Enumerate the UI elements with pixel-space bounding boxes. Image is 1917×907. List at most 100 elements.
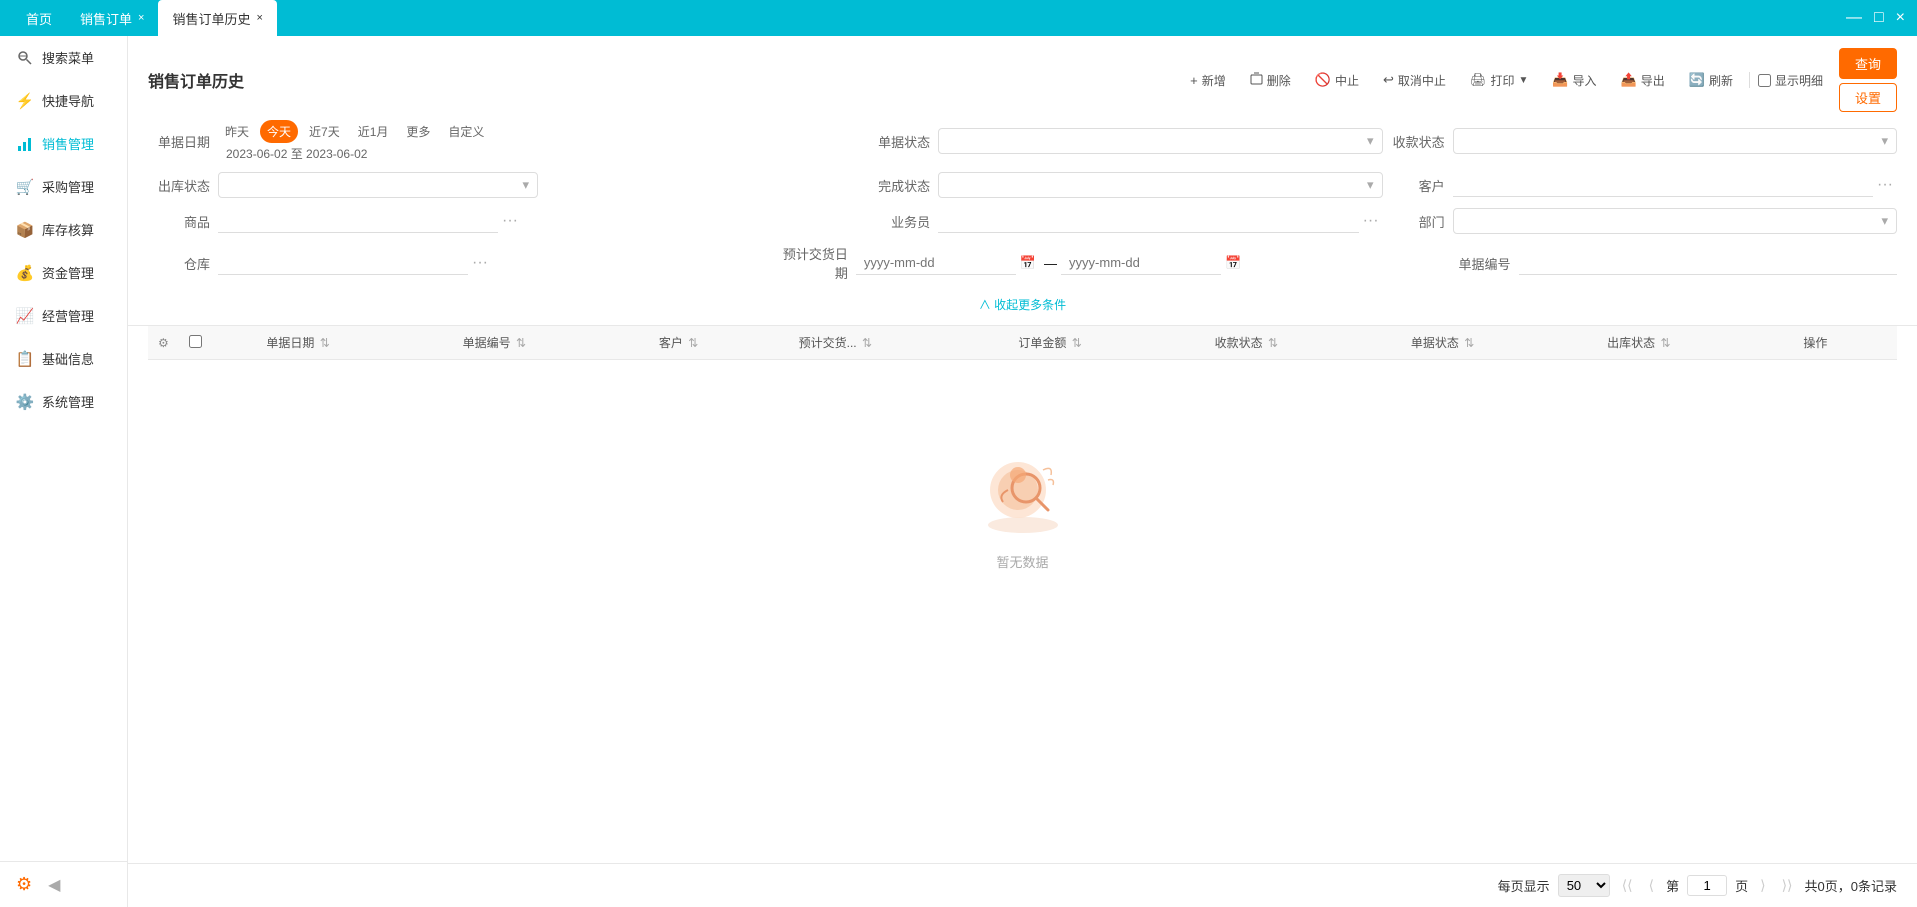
close-tab-sales-order-history[interactable]: ×: [256, 12, 262, 24]
date-range-display: 2023-06-02 至 2023-06-02: [226, 145, 491, 162]
customer-col: 客户 ···: [1383, 173, 1897, 197]
salesman-label: 业务员: [868, 212, 938, 231]
query-button[interactable]: 查询: [1839, 48, 1897, 79]
minimize-icon[interactable]: —: [1846, 9, 1862, 27]
sidebar-label-finance: 资金管理: [42, 263, 94, 282]
sidebar-label-search-menu: 搜索菜单: [42, 48, 94, 67]
content-area: 销售订单历史 + 新增 删除 🚫 中止 ↩ 取消: [128, 36, 1917, 907]
close-window-icon[interactable]: ×: [1896, 9, 1905, 27]
sidebar-item-inventory[interactable]: 📦 库存核算: [0, 208, 127, 251]
search-menu-icon: [16, 49, 34, 67]
import-button[interactable]: 📥 导入: [1544, 68, 1604, 93]
calendar-to-icon[interactable]: 📅: [1225, 255, 1241, 271]
out-stock-arrow-icon: ▾: [522, 177, 529, 193]
th-amount[interactable]: 订单金额 ⇅: [1008, 326, 1204, 360]
th-delivery[interactable]: 预计交货... ⇅: [789, 326, 1009, 360]
cancel-stop-button[interactable]: ↩ 取消中止: [1375, 68, 1454, 93]
receipt-status-select[interactable]: ▾: [1453, 128, 1897, 154]
sidebar-item-purchase-mgmt[interactable]: 🛒 采购管理: [0, 165, 127, 208]
delivery-date-from[interactable]: [856, 251, 1016, 275]
first-page-button[interactable]: ⟨⟨: [1618, 875, 1637, 896]
pagination-summary: 共0页，0条记录: [1805, 876, 1897, 895]
date-btn-custom[interactable]: 自定义: [441, 120, 491, 143]
data-table: ⚙ 单据日期 ⇅ 单据编号 ⇅: [148, 326, 1897, 360]
warehouse-dots-icon[interactable]: ···: [468, 254, 492, 272]
purchase-mgmt-icon: 🛒: [16, 178, 34, 196]
product-dots-icon[interactable]: ···: [498, 212, 522, 230]
last-page-button[interactable]: ⟩⟩: [1778, 875, 1797, 896]
salesman-input[interactable]: [938, 209, 1358, 233]
export-button[interactable]: 📤 导出: [1613, 68, 1673, 93]
page-number-input[interactable]: [1687, 875, 1727, 896]
th-out-status[interactable]: 出库状态 ⇅: [1597, 326, 1793, 360]
out-stock-select[interactable]: ▾: [218, 172, 538, 198]
print-button[interactable]: 🖨 打印 ▼: [1462, 68, 1536, 93]
import-icon: 📥: [1552, 72, 1568, 88]
show-detail-checkbox-label[interactable]: 显示明细: [1758, 72, 1823, 89]
customer-dots-icon[interactable]: ···: [1873, 176, 1897, 194]
select-all-checkbox[interactable]: [189, 335, 202, 348]
sidebar-label-quick-nav: 快捷导航: [42, 91, 94, 110]
sort-no-icon: ⇅: [516, 336, 526, 350]
bill-status-arrow-icon: ▾: [1367, 133, 1374, 149]
tab-sales-order-history[interactable]: 销售订单历史 ×: [158, 0, 276, 36]
warehouse-input[interactable]: [218, 251, 468, 275]
per-page-label: 每页显示: [1498, 876, 1550, 895]
page-word: 第: [1666, 876, 1679, 895]
setting-button[interactable]: 设置: [1839, 83, 1897, 112]
salesman-col: 业务员 ···: [868, 209, 1382, 233]
sidebar-item-basic-info[interactable]: 📋 基础信息: [0, 337, 127, 380]
out-stock-col: 出库状态 ▾: [148, 172, 868, 198]
refresh-button[interactable]: 🔄 刷新: [1681, 68, 1741, 93]
th-customer[interactable]: 客户 ⇅: [649, 326, 789, 360]
collapse-sidebar-icon[interactable]: ◀: [48, 875, 60, 895]
column-settings-icon[interactable]: ⚙: [158, 336, 169, 350]
th-receipt-status[interactable]: 收款状态 ⇅: [1205, 326, 1401, 360]
collapse-bar[interactable]: ∧ 收起更多条件: [148, 292, 1897, 317]
product-input[interactable]: [218, 209, 498, 233]
complete-status-select[interactable]: ▾: [938, 172, 1382, 198]
prev-page-button[interactable]: ⟨: [1645, 875, 1658, 896]
sidebar-item-search-menu[interactable]: 搜索菜单: [0, 36, 127, 79]
calendar-from-icon[interactable]: 📅: [1020, 255, 1036, 271]
tab-sales-order[interactable]: 销售订单 ×: [66, 0, 158, 36]
bill-status-select[interactable]: ▾: [938, 128, 1382, 154]
th-bill-status[interactable]: 单据状态 ⇅: [1401, 326, 1597, 360]
page-title: 销售订单历史: [148, 68, 244, 92]
maximize-icon[interactable]: □: [1874, 9, 1884, 27]
tab-home[interactable]: 首页: [12, 0, 66, 36]
date-btn-1month[interactable]: 近1月: [351, 120, 396, 143]
date-btn-yesterday[interactable]: 昨天: [218, 120, 256, 143]
collapse-up-icon: ∧: [979, 298, 991, 312]
order-no-input[interactable]: [1519, 251, 1897, 275]
sidebar-item-operation[interactable]: 📈 经营管理: [0, 294, 127, 337]
date-btn-7days[interactable]: 近7天: [302, 120, 347, 143]
delete-button[interactable]: 删除: [1242, 68, 1299, 93]
toolbar: + 新增 删除 🚫 中止 ↩ 取消中止 🖨: [1182, 48, 1897, 112]
sidebar-item-sales-mgmt[interactable]: 销售管理: [0, 122, 127, 165]
customer-input[interactable]: [1453, 173, 1873, 197]
stop-button[interactable]: 🚫 中止: [1307, 68, 1367, 93]
new-button[interactable]: + 新增: [1182, 68, 1234, 93]
delivery-date-to[interactable]: [1061, 251, 1221, 275]
main-layout: 搜索菜单 ⚡ 快捷导航 销售管理 🛒 采购管理 📦 库存核算 💰 资金管理 📈 …: [0, 36, 1917, 907]
sort-bill-icon: ⇅: [1464, 336, 1474, 350]
receipt-status-arrow-icon: ▾: [1881, 133, 1888, 149]
salesman-dots-icon[interactable]: ···: [1359, 212, 1383, 230]
department-label: 部门: [1383, 212, 1453, 231]
settings-bottom-icon[interactable]: ⚙: [16, 874, 32, 895]
sidebar-label-basic-info: 基础信息: [42, 349, 94, 368]
date-btn-today[interactable]: 今天: [260, 120, 298, 143]
th-date[interactable]: 单据日期 ⇅: [256, 326, 452, 360]
sidebar-item-quick-nav[interactable]: ⚡ 快捷导航: [0, 79, 127, 122]
date-btn-more[interactable]: 更多: [399, 120, 437, 143]
next-page-button[interactable]: ⟩: [1756, 875, 1769, 896]
close-tab-sales-order[interactable]: ×: [138, 12, 144, 24]
department-select[interactable]: ▾: [1453, 208, 1897, 234]
sidebar-item-finance[interactable]: 💰 资金管理: [0, 251, 127, 294]
sidebar-item-sys-mgmt[interactable]: ⚙️ 系统管理: [0, 380, 127, 423]
empty-state: 暂无数据: [148, 360, 1897, 651]
show-detail-checkbox[interactable]: [1758, 74, 1771, 87]
th-no[interactable]: 单据编号 ⇅: [453, 326, 649, 360]
per-page-select[interactable]: 50 10 20 100: [1558, 874, 1610, 897]
